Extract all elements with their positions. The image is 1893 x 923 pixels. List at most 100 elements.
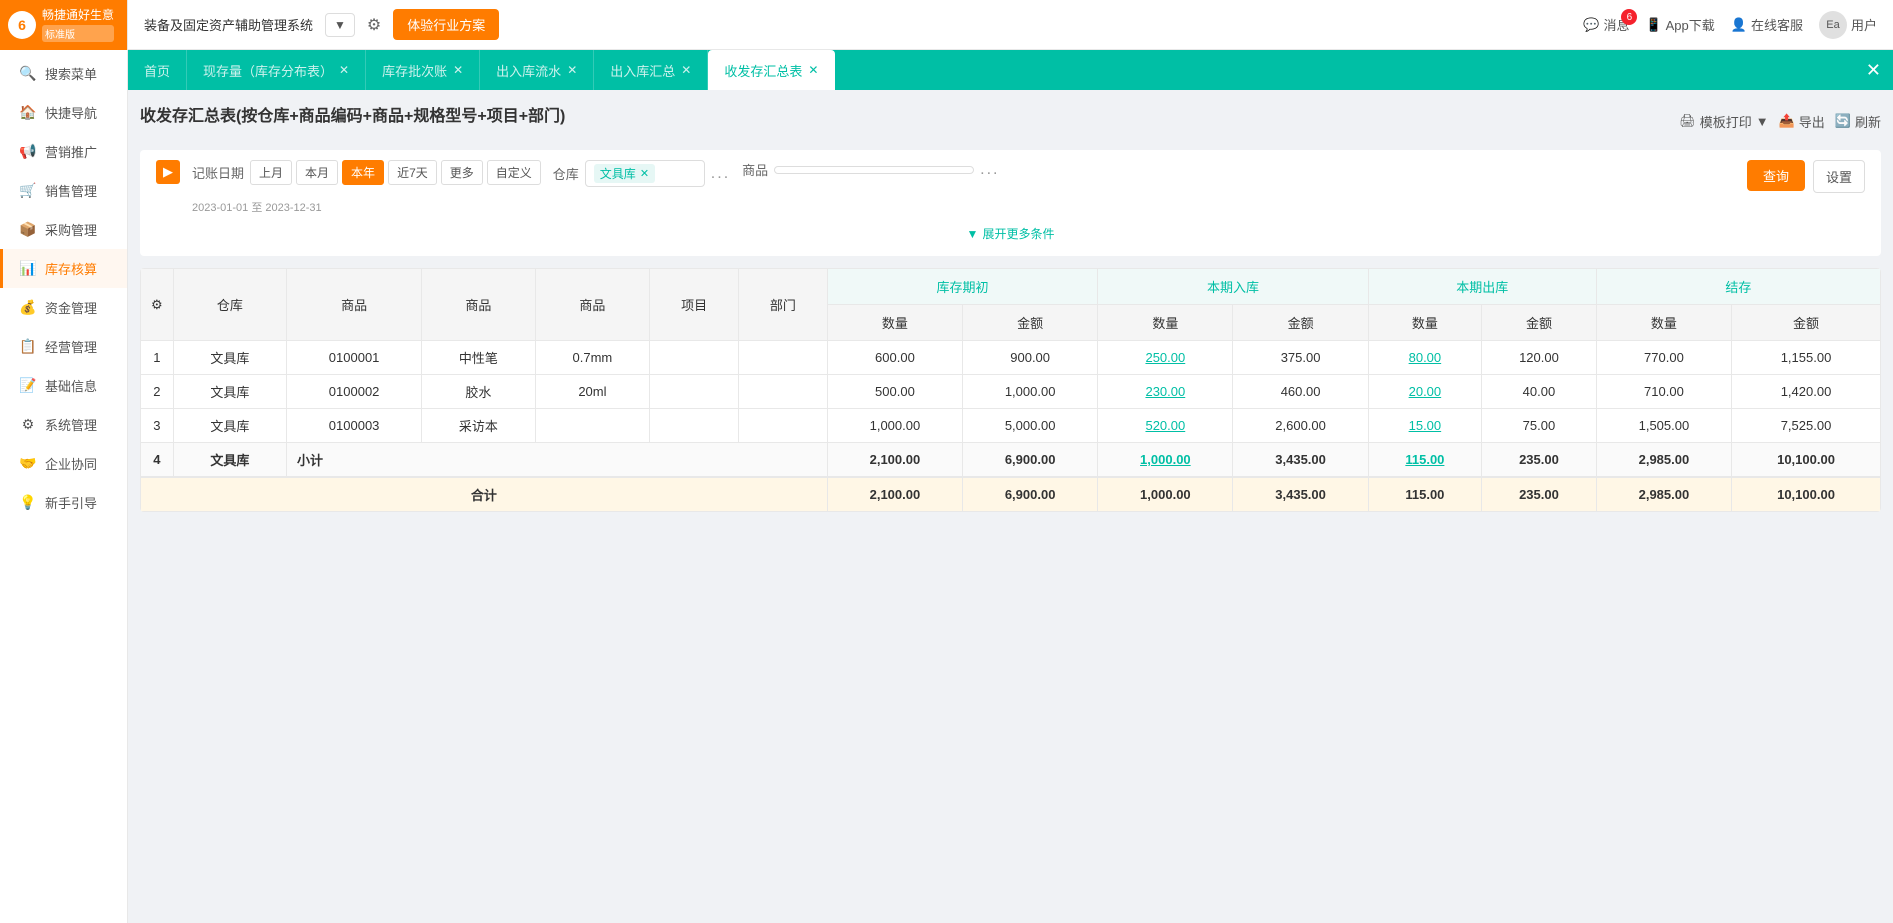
- product-more[interactable]: ...: [980, 161, 999, 179]
- date-btn-近7天[interactable]: 近7天: [388, 160, 437, 185]
- query-button[interactable]: 查询: [1747, 160, 1805, 191]
- total-in-amt: 3,435.00: [1233, 477, 1368, 512]
- sidebar-item-purchase[interactable]: 📦 采购管理: [0, 210, 127, 249]
- row-close-amt: 1,155.00: [1732, 341, 1881, 375]
- row-department: [739, 409, 828, 443]
- row-out-qty[interactable]: 20.00: [1368, 375, 1481, 409]
- filter-toggle-btn[interactable]: ▶: [156, 160, 180, 184]
- warehouse-more[interactable]: ...: [711, 165, 730, 183]
- tab-recv-send-summary[interactable]: 收发存汇总表 ✕: [708, 50, 835, 90]
- row-in-qty[interactable]: 250.00: [1098, 341, 1233, 375]
- total-out-amt: 235.00: [1482, 477, 1597, 512]
- app-download-action[interactable]: 📱 App下载: [1645, 15, 1714, 34]
- date-filter-label: 记账日期: [192, 163, 244, 182]
- date-btn-本年[interactable]: 本年: [342, 160, 384, 185]
- sidebar-item-quick-nav[interactable]: 🏠 快捷导航: [0, 93, 127, 132]
- tab-close-inout-summary[interactable]: ✕: [681, 63, 691, 77]
- tab-close-stock-dist[interactable]: ✕: [339, 63, 349, 77]
- export-icon: 📤: [1779, 113, 1795, 129]
- tab-batch[interactable]: 库存批次账✕: [366, 50, 480, 90]
- service-icon: 👤: [1731, 17, 1747, 33]
- tab-label-recv-send-summary: 收发存汇总表: [724, 61, 802, 80]
- row-in-qty[interactable]: 520.00: [1098, 409, 1233, 443]
- export-action[interactable]: 📤 导出: [1779, 112, 1825, 131]
- tab-stock-dist[interactable]: 现存量（库存分布表）✕: [187, 50, 366, 90]
- refresh-action[interactable]: 🔄 刷新: [1835, 112, 1881, 131]
- date-btn-更多[interactable]: 更多: [441, 160, 483, 185]
- total-row: 合计 2,100.00 6,900.00 1,000.00 3,435.00 1…: [141, 477, 1881, 512]
- row-project: [650, 341, 739, 375]
- row-out-qty[interactable]: 80.00: [1368, 341, 1481, 375]
- tab-close-inout-flow[interactable]: ✕: [567, 63, 577, 77]
- sidebar-item-inventory[interactable]: 📊 库存核算: [0, 249, 127, 288]
- tab-inout-flow[interactable]: 出入库流水✕: [480, 50, 594, 90]
- col-name: 商品: [422, 269, 535, 341]
- col-group-period-out: 本期出库: [1368, 269, 1596, 305]
- sidebar-icon-finance: 💰: [19, 299, 37, 316]
- col-spec: 商品: [535, 269, 650, 341]
- row-out-qty[interactable]: 15.00: [1368, 409, 1481, 443]
- expand-conditions-btn[interactable]: ▼ 展开更多条件: [959, 221, 1063, 246]
- row-name: 采访本: [422, 409, 535, 443]
- date-btn-本月[interactable]: 本月: [296, 160, 338, 185]
- system-selector[interactable]: ▼: [325, 13, 355, 37]
- messages-action[interactable]: 💬 消息 6: [1583, 15, 1629, 34]
- row-warehouse: 文具库: [173, 375, 286, 409]
- row-name: 中性笔: [422, 341, 535, 375]
- sidebar-icon-enterprise: 🤝: [19, 455, 37, 472]
- sidebar-item-finance[interactable]: 💰 资金管理: [0, 288, 127, 327]
- row-no: 2: [141, 375, 174, 409]
- top-header: 装备及固定资产辅助管理系统 ▼ ⚙ 体验行业方案 💬 消息 6 📱 App下载 …: [128, 0, 1893, 50]
- user-action[interactable]: Ea 用户: [1819, 11, 1877, 39]
- table-row: 1 文具库 0100001 中性笔 0.7mm 600.00 900.00 25…: [141, 341, 1881, 375]
- row-in-qty[interactable]: 230.00: [1098, 375, 1233, 409]
- col-group-closing: 结存: [1596, 269, 1880, 305]
- col-code: 商品: [286, 269, 421, 341]
- tab-bar-close-all[interactable]: ✕: [1854, 60, 1893, 81]
- page-title: 收发存汇总表(按仓库+商品编码+商品+规格型号+项目+部门): [140, 102, 565, 126]
- sidebar-item-marketing[interactable]: 📢 营销推广: [0, 132, 127, 171]
- filter-section: ▶ 记账日期 上月本月本年近7天更多自定义 仓库 文具库 ✕: [140, 150, 1881, 256]
- tab-home[interactable]: 首页: [128, 50, 187, 90]
- sidebar-menu: 🔍 搜索菜单 🏠 快捷导航 📢 营销推广 🛒 销售管理 📦 采购管理 📊 库存核…: [0, 50, 127, 923]
- trial-button[interactable]: 体验行业方案: [393, 9, 499, 40]
- warehouse-filter-label: 仓库: [553, 164, 579, 183]
- total-close-qty: 2,985.00: [1596, 477, 1731, 512]
- sidebar-icon-inventory: 📊: [19, 260, 37, 277]
- sidebar-item-sales[interactable]: 🛒 销售管理: [0, 171, 127, 210]
- tab-close-batch[interactable]: ✕: [453, 63, 463, 77]
- sidebar-item-basic-info[interactable]: 📝 基础信息: [0, 366, 127, 405]
- col-in-amt: 金额: [1233, 305, 1368, 341]
- row-out-amt: 75.00: [1482, 409, 1597, 443]
- settings-icon[interactable]: ⚙: [367, 15, 381, 35]
- sidebar-item-operation[interactable]: 📋 经营管理: [0, 327, 127, 366]
- sidebar-icon-sales: 🛒: [19, 182, 37, 199]
- warehouse-tag-close[interactable]: ✕: [640, 167, 649, 180]
- date-btn-自定义[interactable]: 自定义: [487, 160, 541, 185]
- tab-inout-summary[interactable]: 出入库汇总✕: [594, 50, 708, 90]
- subtotal-out-qty: 115.00: [1368, 443, 1481, 478]
- date-range-display: 2023-01-01 至 2023-12-31: [156, 199, 1865, 215]
- row-close-qty: 770.00: [1596, 341, 1731, 375]
- product-filter-group: 商品 ...: [742, 160, 999, 179]
- col-open-qty: 数量: [827, 305, 962, 341]
- product-filter-input[interactable]: [774, 166, 974, 174]
- col-settings[interactable]: ⚙: [141, 269, 174, 341]
- warehouse-filter-input[interactable]: 文具库 ✕: [585, 160, 705, 187]
- print-action[interactable]: 🖨 模板打印 ▼: [1679, 112, 1768, 131]
- message-badge: 6: [1621, 9, 1637, 25]
- tab-close-recv-send-summary[interactable]: ✕: [808, 63, 818, 77]
- sidebar-icon-guide: 💡: [19, 494, 37, 511]
- sidebar: 6 畅捷通好生意 标准版 🔍 搜索菜单 🏠 快捷导航 📢 营销推广 🛒 销售管理…: [0, 0, 128, 923]
- sidebar-item-system[interactable]: ⚙ 系统管理: [0, 405, 127, 444]
- row-open-amt: 900.00: [963, 341, 1098, 375]
- sidebar-label-operation: 经营管理: [45, 337, 97, 356]
- sidebar-item-search[interactable]: 🔍 搜索菜单: [0, 54, 127, 93]
- date-btn-上月[interactable]: 上月: [250, 160, 292, 185]
- settings-button[interactable]: 设置: [1813, 160, 1865, 193]
- total-in-qty: 1,000.00: [1098, 477, 1233, 512]
- sidebar-item-guide[interactable]: 💡 新手引导: [0, 483, 127, 522]
- date-filters: 上月本月本年近7天更多自定义: [250, 160, 541, 185]
- sidebar-item-enterprise[interactable]: 🤝 企业协同: [0, 444, 127, 483]
- online-service-action[interactable]: 👤 在线客服: [1731, 15, 1803, 34]
